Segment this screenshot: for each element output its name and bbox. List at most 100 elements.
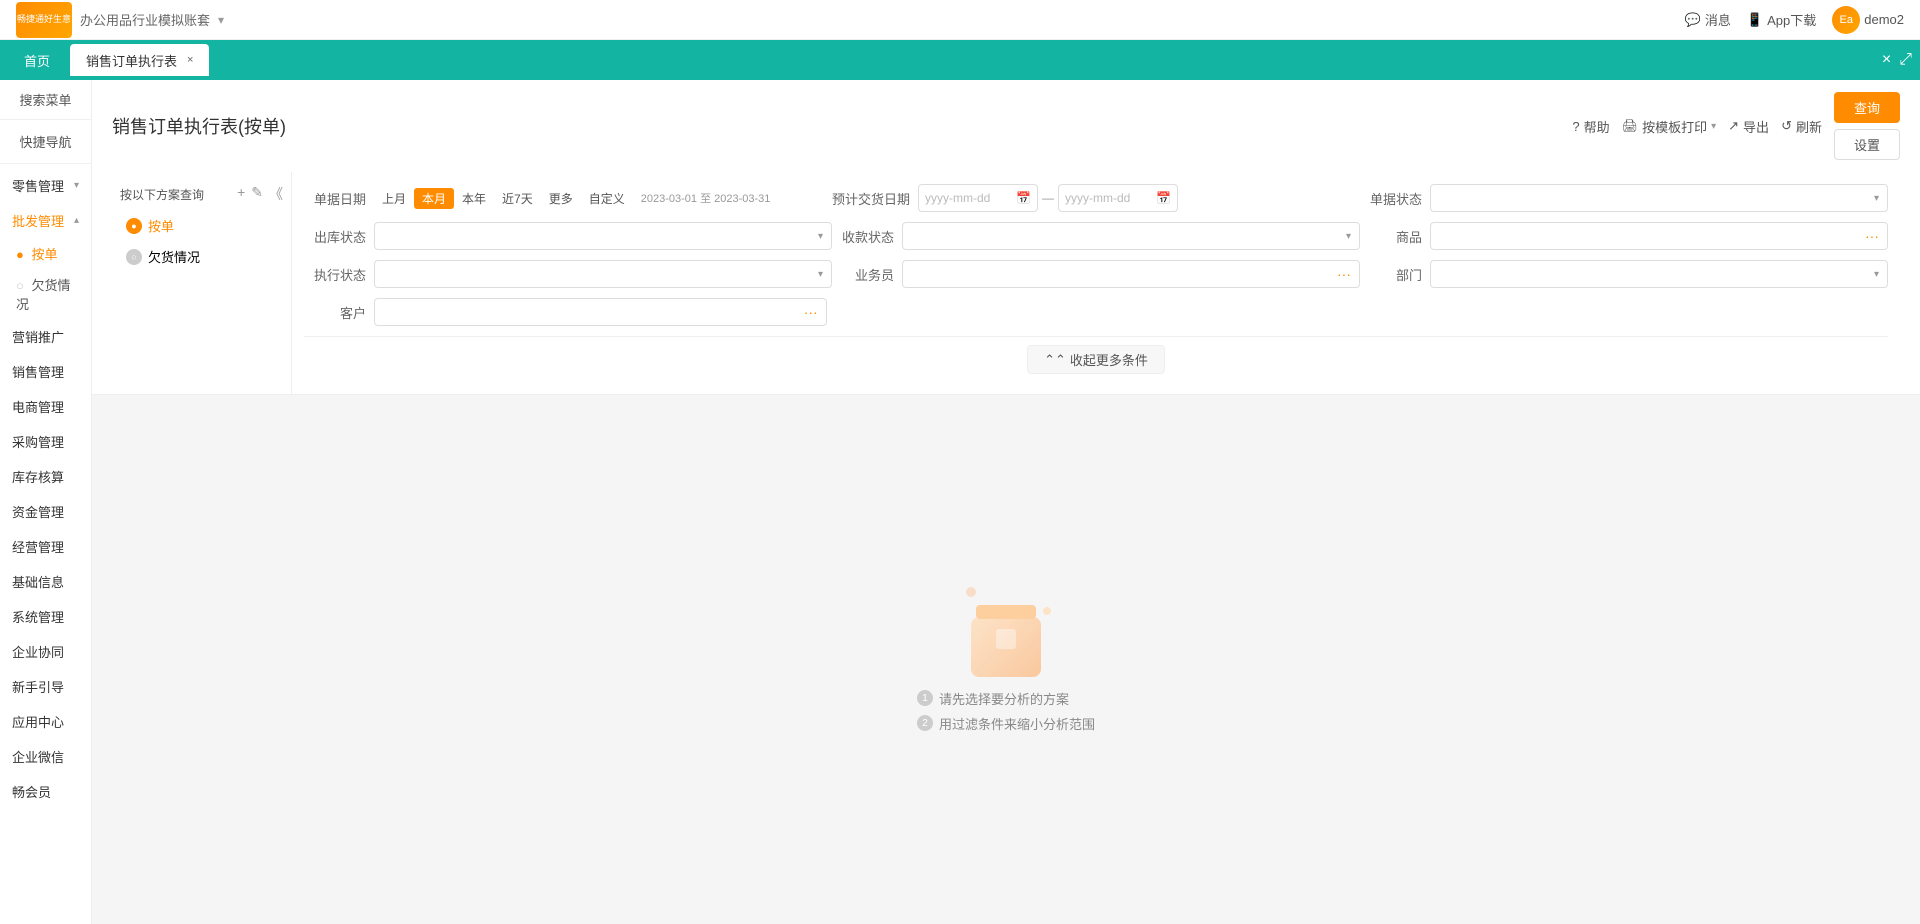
staff-ellipsis-icon[interactable]: ··· (1337, 266, 1351, 282)
pay-status-label: 收款状态 (832, 227, 902, 246)
window-close-button[interactable]: × (1882, 51, 1891, 69)
tab-home[interactable]: 首页 (8, 44, 66, 76)
app-icon: 📱 (1747, 12, 1763, 28)
query-button[interactable]: 查询 (1834, 92, 1900, 123)
sidebar-subitem-shortage[interactable]: ○ 欠货情况 (0, 269, 91, 319)
logo: 畅捷通好生意 (16, 2, 72, 38)
print-button[interactable]: 🖨 按模板打印 ▾ (1622, 117, 1717, 136)
sidebar-item-app-center[interactable]: 应用中心 (0, 704, 91, 739)
pay-status-select[interactable]: ▾ (902, 222, 1360, 250)
sidebar-item-retail[interactable]: 零售管理 ▾ (0, 168, 91, 203)
message-button[interactable]: 💬 消息 (1685, 10, 1731, 29)
staff-select[interactable]: ··· (902, 260, 1360, 288)
filter-right-panel: 单据日期 上月 本月 本年 近7天 更多 自定义 20 (292, 172, 1900, 394)
sidebar-search-section: 搜索菜单 (0, 80, 91, 120)
content-area: 销售订单执行表(按单) ? 帮助 🖨 按模板打印 ▾ ↗ 导出 (92, 80, 1920, 924)
chevron-down-icon: ▾ (818, 269, 823, 280)
filter-row-4: 客户 ··· (304, 298, 1888, 326)
box-window (996, 629, 1016, 649)
date-tab-this-month[interactable]: 本月 (414, 188, 454, 209)
help-button[interactable]: ? 帮助 (1572, 117, 1609, 136)
filter-dept: 部门 ▾ (1360, 260, 1888, 288)
circle-icon: ○ (16, 278, 24, 293)
date-range-text: 2023-03-01 至 2023-03-31 (641, 190, 771, 206)
print-chevron-icon: ▾ (1711, 121, 1716, 132)
export-icon: ↗ (1728, 118, 1739, 134)
sidebar-item-guide[interactable]: 新手引导 (0, 669, 91, 704)
settings-button[interactable]: 设置 (1834, 129, 1900, 160)
window-maximize-button[interactable]: ⤢ (1899, 51, 1912, 69)
step-2-icon: 2 (917, 715, 933, 731)
filter-plan-header: 按以下方案查询 + ✎ 《 (120, 184, 283, 204)
doc-status-select[interactable]: ▾ (1430, 184, 1888, 212)
filter-plan-panel: 按以下方案查询 + ✎ 《 ● 按单 ○ 欠货情况 (112, 172, 292, 394)
collapse-button[interactable]: ⌃⌃ 收起更多条件 (1027, 345, 1165, 374)
goods-select[interactable]: ··· (1430, 222, 1888, 250)
date-tab-last-month[interactable]: 上月 (374, 188, 414, 209)
sidebar-item-sales[interactable]: 销售管理 (0, 354, 91, 389)
breadcrumb-chevron-icon[interactable]: ▾ (218, 13, 224, 27)
staff-control: ··· (902, 260, 1360, 288)
tab-close-icon[interactable]: × (187, 54, 193, 66)
sidebar-item-ecommerce[interactable]: 电商管理 (0, 389, 91, 424)
sidebar-item-finance[interactable]: 资金管理 (0, 494, 91, 529)
ship-status-label: 出库状态 (304, 227, 374, 246)
filter-plan-icons: + ✎ 《 (237, 184, 283, 204)
exec-status-select[interactable]: ▾ (374, 260, 832, 288)
expected-date-to[interactable]: yyyy-mm-dd 📅 (1058, 184, 1178, 212)
sidebar-item-basic-info[interactable]: 基础信息 (0, 564, 91, 599)
chevron-down-icon: ▾ (1874, 193, 1879, 204)
customer-ellipsis-icon[interactable]: ··· (804, 304, 818, 320)
expected-date-from[interactable]: yyyy-mm-dd 📅 (918, 184, 1038, 212)
date-tab-this-year[interactable]: 本年 (454, 188, 494, 209)
user-menu[interactable]: Ea demo2 (1832, 6, 1904, 34)
dept-control: ▾ (1430, 260, 1888, 288)
app-download-button[interactable]: 📱 App下载 (1747, 10, 1816, 29)
plan-item-shortage[interactable]: ○ 欠货情况 (120, 243, 283, 270)
customer-select[interactable]: ··· (374, 298, 827, 326)
collapse-row: ⌃⌃ 收起更多条件 (304, 336, 1888, 382)
sidebar-item-wholesale[interactable]: 批发管理 ▴ (0, 203, 91, 238)
calendar-icon: 📅 (1016, 191, 1031, 205)
sidebar-item-marketing[interactable]: 营销推广 (0, 319, 91, 354)
customer-control: ··· (374, 298, 827, 326)
top-bar-left: 畅捷通好生意 办公用品行业模拟账套 ▾ (16, 2, 224, 38)
doc-status-control: ▾ (1430, 184, 1888, 212)
sidebar-item-system[interactable]: 系统管理 (0, 599, 91, 634)
empty-steps: 1 请先选择要分析的方案 2 用过滤条件来缩小分析范围 (917, 689, 1095, 733)
dept-select[interactable]: ▾ (1430, 260, 1888, 288)
goods-ellipsis-icon[interactable]: ··· (1865, 228, 1879, 244)
filter-row-1: 单据日期 上月 本月 本年 近7天 更多 自定义 20 (304, 184, 1888, 212)
date-tab-custom[interactable]: 自定义 (581, 188, 633, 209)
main-layout: 搜索菜单 快捷导航 零售管理 ▾ 批发管理 ▴ ● 按单 ○ 欠货情况 (0, 80, 1920, 924)
expected-date-control: yyyy-mm-dd 📅 — yyyy-mm-dd 📅 (918, 184, 1360, 212)
date-tab-more[interactable]: 更多 (541, 188, 581, 209)
sidebar-item-purchase[interactable]: 采购管理 (0, 424, 91, 459)
add-plan-icon[interactable]: + (237, 184, 245, 204)
plan-item-by-order[interactable]: ● 按单 (120, 212, 283, 239)
filter-goods: 商品 ··· (1360, 222, 1888, 250)
sidebar-item-member[interactable]: 畅会员 (0, 774, 91, 809)
date-tab-7days[interactable]: 近7天 (494, 188, 541, 209)
ship-status-select[interactable]: ▾ (374, 222, 832, 250)
edit-plan-icon[interactable]: ✎ (251, 184, 263, 204)
export-button[interactable]: ↗ 导出 (1728, 117, 1769, 136)
print-icon: 🖨 (1622, 118, 1639, 134)
sidebar-subitem-by-order[interactable]: ● 按单 (0, 238, 91, 269)
page-header: 销售订单执行表(按单) ? 帮助 🖨 按模板打印 ▾ ↗ 导出 (92, 80, 1920, 395)
filter-row-2: 出库状态 ▾ 收款状态 (304, 222, 1888, 250)
collapse-icon: ⌃⌃ (1044, 352, 1066, 368)
sidebar-quicknav-section: 快捷导航 (0, 120, 91, 164)
sidebar-item-enterprise[interactable]: 企业协同 (0, 634, 91, 669)
sidebar-item-operations[interactable]: 经营管理 (0, 529, 91, 564)
filter-customer: 客户 ··· (304, 298, 827, 326)
tab-sales-order[interactable]: 销售订单执行表 × (70, 44, 209, 76)
collapse-plan-icon[interactable]: 《 (269, 184, 283, 204)
sidebar-item-inventory[interactable]: 库存核算 (0, 459, 91, 494)
chevron-down-icon: ▾ (1874, 269, 1879, 280)
doc-status-label: 单据状态 (1360, 189, 1430, 208)
refresh-button[interactable]: ↺ 刷新 (1781, 117, 1822, 136)
filter-wrapper: 按以下方案查询 + ✎ 《 ● 按单 ○ 欠货情况 (112, 172, 1900, 394)
sidebar-item-enterprise-wechat[interactable]: 企业微信 (0, 739, 91, 774)
ship-status-control: ▾ (374, 222, 832, 250)
